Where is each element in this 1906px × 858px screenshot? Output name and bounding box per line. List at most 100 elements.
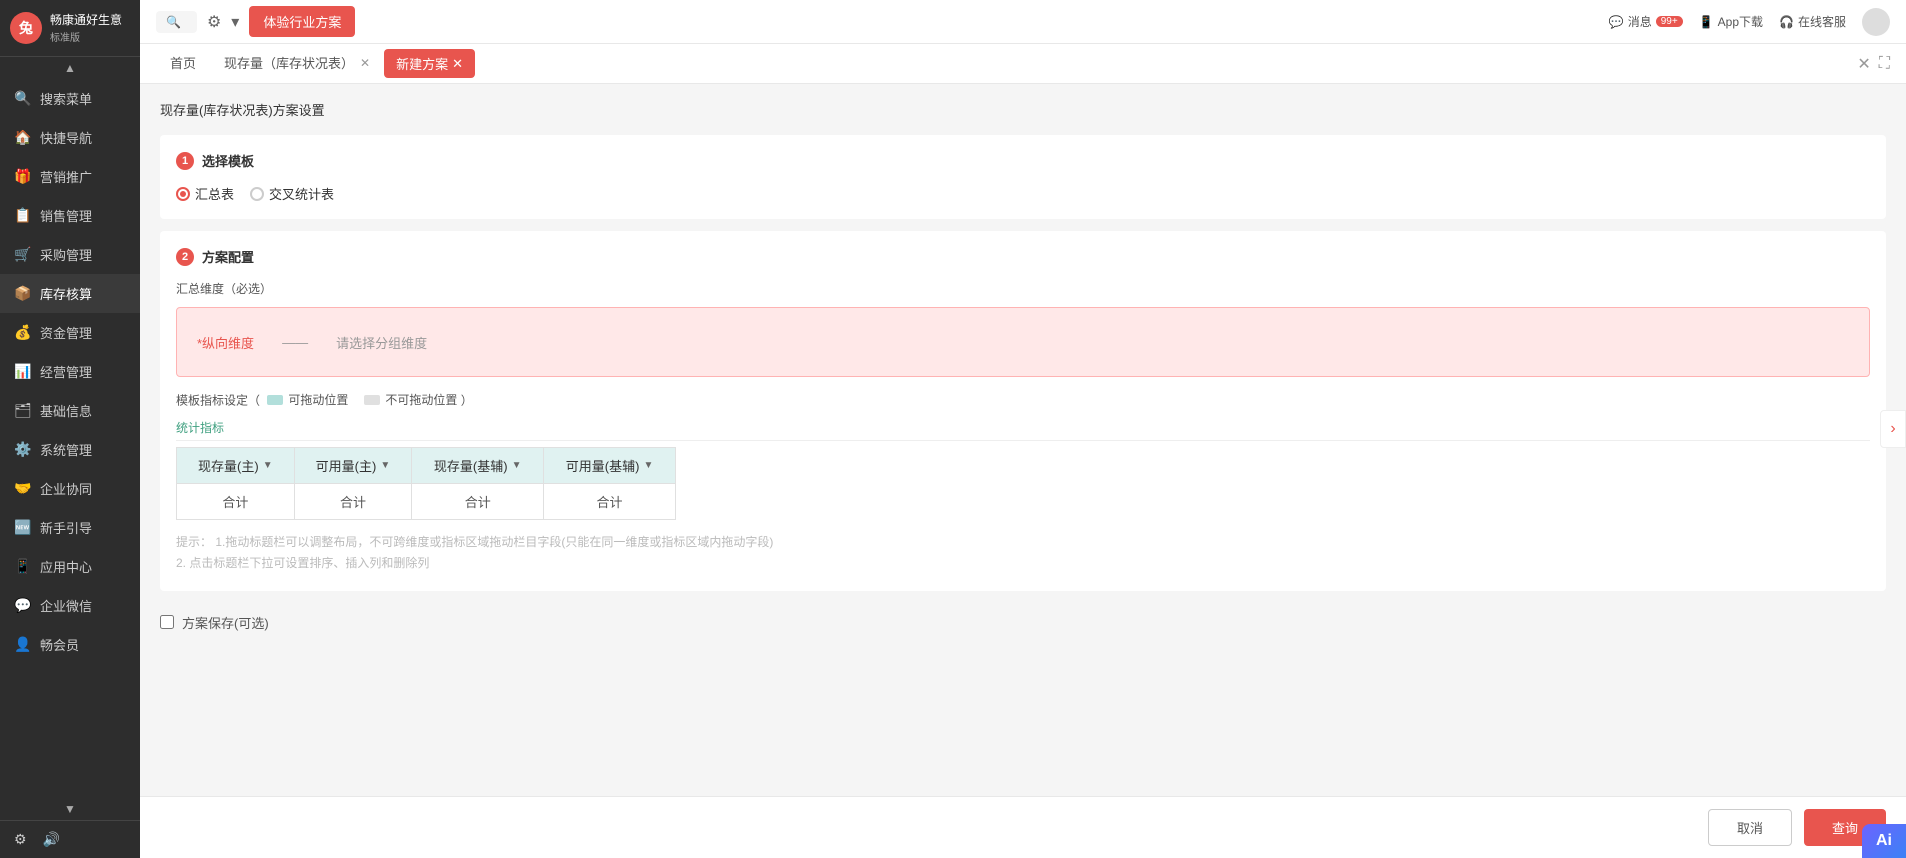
- sidebar-item-system[interactable]: ⚙️ 系统管理: [0, 430, 140, 469]
- sidebar-item-new-guide[interactable]: 🆕 新手引导: [0, 508, 140, 547]
- headset-icon: 🎧: [1779, 15, 1794, 29]
- home-icon: 🏠: [14, 129, 32, 147]
- radio-cross[interactable]: 交叉统计表: [250, 184, 334, 203]
- sidebar-item-label: 企业微信: [40, 596, 92, 615]
- sidebar-logo: 兔 畅康通好生意 标准版: [0, 0, 140, 57]
- table-cell-0-0: 合计: [177, 483, 295, 519]
- topbar-search[interactable]: 🔍: [156, 11, 197, 33]
- sidebar-item-basic-info[interactable]: 🗂 基础信息: [0, 391, 140, 430]
- app-icon: 📱: [14, 558, 32, 576]
- chevron-down-icon[interactable]: ▼: [512, 460, 522, 471]
- sidebar-item-finance[interactable]: 💰 资金管理: [0, 313, 140, 352]
- tab-new-label: 新建方案: [396, 54, 448, 73]
- tip-1: 提示： 1.拖动标题栏可以调整布局，不可跨维度或指标区域拖动栏目字段(只能在同一…: [176, 532, 1870, 554]
- draggable-legend: 可拖动位置: [267, 391, 348, 408]
- radio-summary[interactable]: 汇总表: [176, 184, 234, 203]
- ai-badge[interactable]: Ai: [1862, 824, 1906, 858]
- chart-icon: 📊: [14, 363, 32, 381]
- step1-badge: 1: [176, 152, 194, 170]
- radio-summary-label: 汇总表: [195, 184, 234, 203]
- gift-icon: 🎁: [14, 168, 32, 186]
- sidebar-item-sales[interactable]: 📋 销售管理: [0, 196, 140, 235]
- settings-icon[interactable]: ⚙: [14, 831, 27, 848]
- sidebar-item-quick-nav[interactable]: 🏠 快捷导航: [0, 118, 140, 157]
- radio-summary-circle: [176, 187, 190, 201]
- audio-icon[interactable]: 🔊: [43, 831, 60, 848]
- draggable-label: 可拖动位置: [288, 391, 348, 408]
- sidebar-item-purchase[interactable]: 🛒 采购管理: [0, 235, 140, 274]
- tab-inventory[interactable]: 现存量（库存状况表） ✕: [210, 45, 384, 82]
- sidebar-item-wechat[interactable]: 💬 企业微信: [0, 586, 140, 625]
- step2-header: 2 方案配置: [176, 247, 1870, 266]
- tab-new-close[interactable]: ✕: [452, 56, 463, 72]
- right-panel-expand[interactable]: ›: [1881, 411, 1905, 447]
- sidebar-item-label: 经营管理: [40, 362, 92, 381]
- online-service-item[interactable]: 🎧 在线客服: [1779, 13, 1846, 30]
- sidebar-item-marketing[interactable]: 🎁 营销推广: [0, 157, 140, 196]
- aggregate-label: 汇总维度（必选）: [176, 280, 1870, 297]
- table-header-0[interactable]: 现存量(主) ▼: [177, 447, 295, 483]
- tabs-bar: 首页 现存量（库存状况表） ✕ 新建方案 ✕ ✕ ⛶: [140, 44, 1906, 84]
- wechat-icon: 💬: [14, 597, 32, 615]
- page-title: 现存量(库存状况表)方案设置: [160, 100, 1886, 119]
- sidebar: 兔 畅康通好生意 标准版 ▲ 🔍 搜索菜单 🏠 快捷导航 🎁 营销推广 📋 销售…: [0, 0, 140, 858]
- message-icon: 💬: [1609, 15, 1624, 29]
- main-area: 🔍 ⚙ ▾ 体验行业方案 💬 消息 99+ 📱 App下载 🎧 在线客服: [140, 0, 1906, 858]
- draggable-box: [267, 395, 283, 405]
- table-cell-0-2: 合计: [412, 483, 544, 519]
- content-area: 现存量(库存状况表)方案设置 1 选择模板 汇总表 交叉统计表 2: [140, 84, 1906, 796]
- cancel-button[interactable]: 取消: [1708, 809, 1792, 846]
- table-header-2[interactable]: 现存量(基辅) ▼: [412, 447, 544, 483]
- cart-icon: 🛒: [14, 246, 32, 264]
- sidebar-item-app-center[interactable]: 📱 应用中心: [0, 547, 140, 586]
- message-label: 消息: [1628, 13, 1652, 30]
- app-download-item[interactable]: 📱 App下载: [1699, 13, 1763, 30]
- tab-inventory-close[interactable]: ✕: [360, 56, 370, 70]
- logo-icon: 兔: [10, 12, 42, 44]
- tab-new[interactable]: 新建方案 ✕: [384, 49, 475, 78]
- save-checkbox[interactable]: [160, 615, 174, 629]
- sidebar-item-member[interactable]: 👤 畅会员: [0, 625, 140, 664]
- sidebar-item-cooperation[interactable]: 🤝 企业协同: [0, 469, 140, 508]
- user-avatar[interactable]: [1862, 8, 1890, 36]
- sidebar-item-label: 应用中心: [40, 557, 92, 576]
- chevron-down-icon[interactable]: ▼: [263, 460, 273, 471]
- online-service-label: 在线客服: [1798, 13, 1846, 30]
- step2-badge: 2: [176, 248, 194, 266]
- indicator-table: 现存量(主) ▼ 可用量(主) ▼: [176, 447, 676, 520]
- sidebar-item-label: 营销推广: [40, 167, 92, 186]
- guide-icon: 🆕: [14, 519, 32, 537]
- gear-icon[interactable]: ⚙: [207, 12, 221, 32]
- tab-home-label: 首页: [170, 53, 196, 72]
- dimension-area[interactable]: *纵向维度 —— 请选择分组维度: [176, 307, 1870, 377]
- tab-inventory-label: 现存量（库存状况表）: [224, 53, 354, 72]
- sidebar-scroll-up[interactable]: ▲: [0, 57, 140, 79]
- messages-item[interactable]: 💬 消息 99+: [1609, 13, 1683, 30]
- sidebar-nav: 🔍 搜索菜单 🏠 快捷导航 🎁 营销推广 📋 销售管理 🛒 采购管理 📦 库存核…: [0, 79, 140, 798]
- sidebar-item-inventory[interactable]: 📦 库存核算: [0, 274, 140, 313]
- indicator-legend: 可拖动位置 不可拖动位置: [267, 391, 457, 408]
- close-panel-icon[interactable]: ✕: [1857, 54, 1870, 74]
- sidebar-item-label: 系统管理: [40, 440, 92, 459]
- sidebar-item-label: 库存核算: [40, 284, 92, 303]
- indicator-table-wrapper: 现存量(主) ▼ 可用量(主) ▼: [176, 447, 1870, 520]
- sidebar-item-operations[interactable]: 📊 经营管理: [0, 352, 140, 391]
- table-header-1[interactable]: 可用量(主) ▼: [294, 447, 412, 483]
- search-icon: 🔍: [166, 15, 181, 29]
- chevron-down-icon[interactable]: ▼: [380, 460, 390, 471]
- non-draggable-legend: 不可拖动位置: [364, 391, 457, 408]
- app-version: 标准版: [50, 29, 122, 44]
- system-icon: ⚙️: [14, 441, 32, 459]
- tab-home[interactable]: 首页: [156, 45, 210, 82]
- app-download-label: App下载: [1718, 13, 1763, 30]
- table-row: 合计 合计 合计 合计: [177, 483, 676, 519]
- chevron-down-icon[interactable]: ▼: [643, 460, 653, 471]
- dropdown-icon[interactable]: ▾: [231, 12, 239, 32]
- table-header-3[interactable]: 可用量(基辅) ▼: [544, 447, 676, 483]
- expand-panel-icon[interactable]: ⛶: [1879, 55, 1890, 73]
- indicator-label: 模板指标设定（ 可拖动位置 不可拖动位置 ）: [176, 391, 1870, 409]
- sidebar-item-search[interactable]: 🔍 搜索菜单: [0, 79, 140, 118]
- trial-button[interactable]: 体验行业方案: [249, 6, 355, 37]
- sidebar-scroll-down[interactable]: ▼: [0, 798, 140, 820]
- sidebar-item-label: 搜索菜单: [40, 89, 92, 108]
